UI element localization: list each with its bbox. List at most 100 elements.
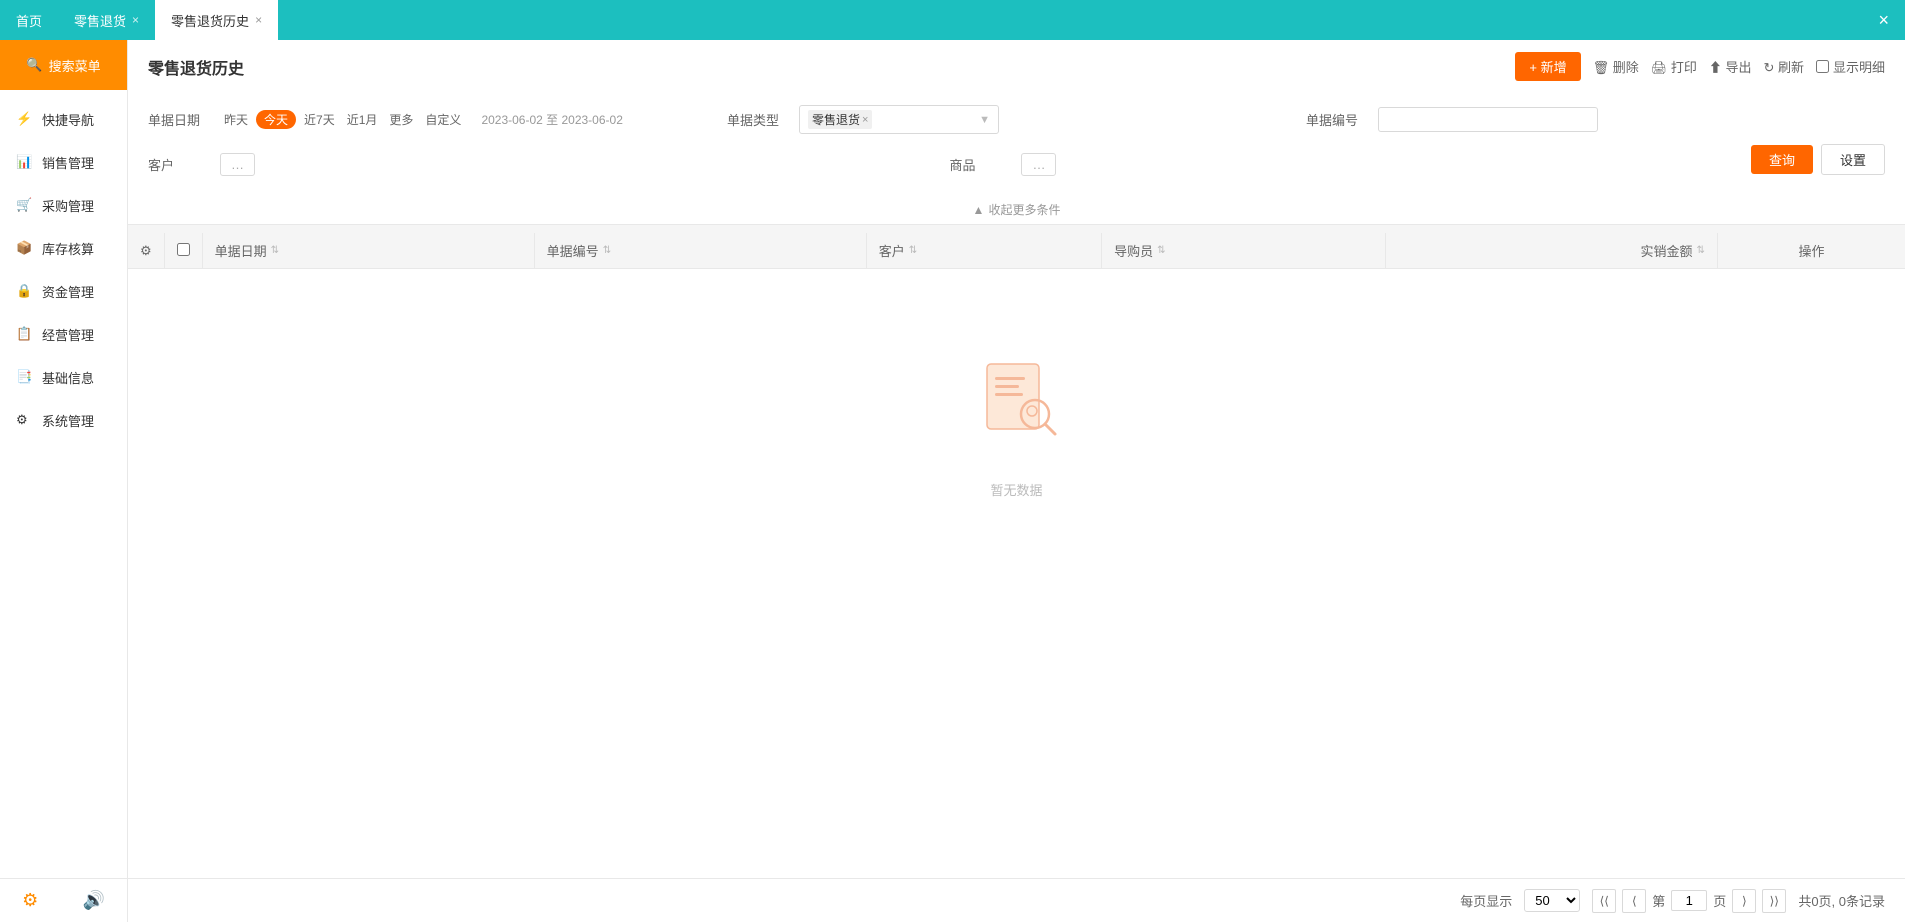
- date-btn-custom[interactable]: 自定义: [421, 110, 465, 129]
- goods-filter-block: 商品 …: [949, 153, 1730, 176]
- settings-icon[interactable]: ⚙: [22, 890, 38, 911]
- sidebar-search[interactable]: 🔍 搜索菜单: [0, 40, 127, 90]
- th-bill-no-label: 单据编号: [547, 241, 599, 260]
- bill-no-sort-icon: ⇅: [603, 245, 611, 256]
- tab-home[interactable]: 首页: [0, 0, 58, 40]
- collapse-arrow-icon: ▲: [973, 203, 985, 217]
- sidebar-item-system[interactable]: ⚙ 系统管理: [0, 399, 127, 442]
- data-table: ⚙ 单据日期 ⇅ 单据编号: [128, 233, 1905, 579]
- nav-label-quick-nav: 快捷导航: [42, 110, 94, 129]
- date-filter-label: 单据日期: [148, 110, 204, 129]
- bill-date-sort-icon: ⇅: [271, 245, 279, 256]
- refresh-button[interactable]: ↻ 刷新: [1763, 57, 1804, 76]
- th-actions: 操作: [1717, 233, 1905, 269]
- empty-state: 暂无数据: [128, 269, 1905, 579]
- bill-type-label: 单据类型: [727, 110, 783, 129]
- sidebar-item-basic-info[interactable]: 📑 基础信息: [0, 356, 127, 399]
- tab-label-home: 首页: [16, 11, 42, 30]
- page-prefix-label: 第: [1652, 891, 1665, 910]
- nav-icon-quick-nav: ⚡: [16, 111, 34, 129]
- goods-label: 商品: [949, 155, 1005, 174]
- page-number-input[interactable]: [1671, 890, 1707, 911]
- date-btn-today[interactable]: 今天: [256, 110, 296, 129]
- page-title: 零售退货历史: [148, 55, 244, 79]
- filter-row-2: 客户 … 商品 … 查询 设置: [148, 144, 1885, 185]
- page-header: 零售退货历史 + 新增 🗑 删除 🖨 打印 ⬆ 导出 ↻ 刷新 显示明细: [128, 40, 1905, 225]
- date-btn-yesterday[interactable]: 昨天: [220, 110, 252, 129]
- sidebar-nav: ⚡ 快捷导航 📊 销售管理 🛒 采购管理 📦 库存核算 🔒 资金管理 📋 经营管…: [0, 90, 127, 878]
- collapse-bar: ▲ 收起更多条件: [148, 195, 1885, 224]
- nav-label-sales: 销售管理: [42, 153, 94, 172]
- th-actual-amount: 实销金额 ⇅: [1385, 233, 1717, 269]
- bill-type-select[interactable]: 零售退货 × ▼: [799, 105, 999, 134]
- pagination-nav: ⟨⟨ ⟨ 第 页 ⟩ ⟩⟩: [1592, 889, 1786, 913]
- collapse-button[interactable]: ▲ 收起更多条件: [973, 201, 1061, 218]
- next-page-button[interactable]: ⟩: [1732, 889, 1756, 913]
- first-page-button[interactable]: ⟨⟨: [1592, 889, 1616, 913]
- sidebar-item-sales[interactable]: 📊 销售管理: [0, 141, 127, 184]
- sidebar-bottom: ⚙ 🔊: [0, 878, 127, 922]
- th-guide-sort[interactable]: 导购员 ⇅: [1114, 241, 1373, 260]
- th-bill-date-sort[interactable]: 单据日期 ⇅: [215, 241, 522, 260]
- th-bill-date: 单据日期 ⇅: [202, 233, 534, 269]
- tab-close-retail-return-history[interactable]: ×: [255, 13, 262, 27]
- empty-illustration: [967, 349, 1067, 468]
- delete-button[interactable]: 🗑 删除: [1593, 57, 1639, 76]
- tab-retail-return[interactable]: 零售退货×: [58, 0, 155, 40]
- customer-sort-icon: ⇅: [909, 245, 917, 256]
- customer-picker-button[interactable]: …: [220, 153, 255, 176]
- sidebar-item-quick-nav[interactable]: ⚡ 快捷导航: [0, 98, 127, 141]
- date-btn-more[interactable]: 更多: [385, 110, 417, 129]
- date-btn-7days[interactable]: 近7天: [300, 110, 339, 129]
- bill-type-tag-close[interactable]: ×: [862, 114, 868, 126]
- last-page-button[interactable]: ⟩⟩: [1762, 889, 1786, 913]
- tab-retail-return-history[interactable]: 零售退货历史×: [155, 0, 278, 40]
- sidebar-item-finance[interactable]: 🔒 资金管理: [0, 270, 127, 313]
- settings-gear-icon[interactable]: ⚙: [140, 243, 152, 258]
- search-icon: 🔍: [26, 57, 42, 73]
- actual-amount-sort-icon: ⇅: [1697, 245, 1705, 256]
- query-button[interactable]: 查询: [1751, 145, 1813, 174]
- per-page-select[interactable]: 20 50 100: [1524, 889, 1580, 912]
- guide-sort-icon: ⇅: [1157, 245, 1165, 256]
- nav-icon-system: ⚙: [16, 412, 34, 430]
- customer-label: 客户: [148, 155, 204, 174]
- show-detail-checkbox[interactable]: [1816, 60, 1829, 73]
- th-bill-no: 单据编号 ⇅: [534, 233, 866, 269]
- top-bar: 首页零售退货×零售退货历史× ×: [0, 0, 1905, 40]
- empty-cell: 暂无数据: [128, 269, 1905, 580]
- th-customer-sort[interactable]: 客户 ⇅: [879, 241, 1089, 260]
- sidebar: 🔍 搜索菜单 ⚡ 快捷导航 📊 销售管理 🛒 采购管理 📦 库存核算 🔒 资金管…: [0, 40, 128, 922]
- total-info: 共0页, 0条记录: [1798, 891, 1885, 910]
- nav-label-purchase: 采购管理: [42, 196, 94, 215]
- date-range-display: 2023-06-02 至 2023-06-02: [481, 111, 622, 128]
- goods-picker-button[interactable]: …: [1021, 153, 1056, 176]
- sidebar-item-inventory[interactable]: 📦 库存核算: [0, 227, 127, 270]
- customer-filter-block: 客户 …: [148, 153, 929, 176]
- print-button[interactable]: 🖨 打印: [1651, 57, 1697, 76]
- sidebar-item-purchase[interactable]: 🛒 采购管理: [0, 184, 127, 227]
- th-settings[interactable]: ⚙: [128, 233, 164, 269]
- th-bill-date-label: 单据日期: [215, 241, 267, 260]
- sidebar-item-operations[interactable]: 📋 经营管理: [0, 313, 127, 356]
- tab-close-retail-return[interactable]: ×: [132, 13, 139, 27]
- volume-icon[interactable]: 🔊: [82, 890, 104, 911]
- export-button[interactable]: ⬆ 导出: [1709, 57, 1752, 76]
- select-all-checkbox[interactable]: [177, 243, 190, 256]
- th-bill-no-sort[interactable]: 单据编号 ⇅: [547, 241, 854, 260]
- th-actual-amount-sort[interactable]: 实销金额 ⇅: [1398, 241, 1705, 260]
- show-detail-checkbox-label[interactable]: 显示明细: [1816, 57, 1885, 76]
- filter-action-buttons: 查询 设置: [1751, 144, 1885, 185]
- bill-no-input[interactable]: [1378, 107, 1598, 132]
- th-checkbox[interactable]: [164, 233, 202, 269]
- nav-label-system: 系统管理: [42, 411, 94, 430]
- window-close-button[interactable]: ×: [1862, 10, 1905, 31]
- settings-button[interactable]: 设置: [1821, 144, 1885, 175]
- bill-type-filter-block: 单据类型 零售退货 × ▼: [727, 105, 1286, 134]
- th-actions-label: 操作: [1798, 244, 1824, 259]
- pagination-bar: 每页显示 20 50 100 ⟨⟨ ⟨ 第 页 ⟩ ⟩⟩ 共0页, 0条记录: [128, 878, 1905, 922]
- new-button[interactable]: + 新增: [1515, 52, 1580, 81]
- table-container: ⚙ 单据日期 ⇅ 单据编号: [128, 233, 1905, 878]
- date-btn-1month[interactable]: 近1月: [343, 110, 382, 129]
- prev-page-button[interactable]: ⟨: [1622, 889, 1646, 913]
